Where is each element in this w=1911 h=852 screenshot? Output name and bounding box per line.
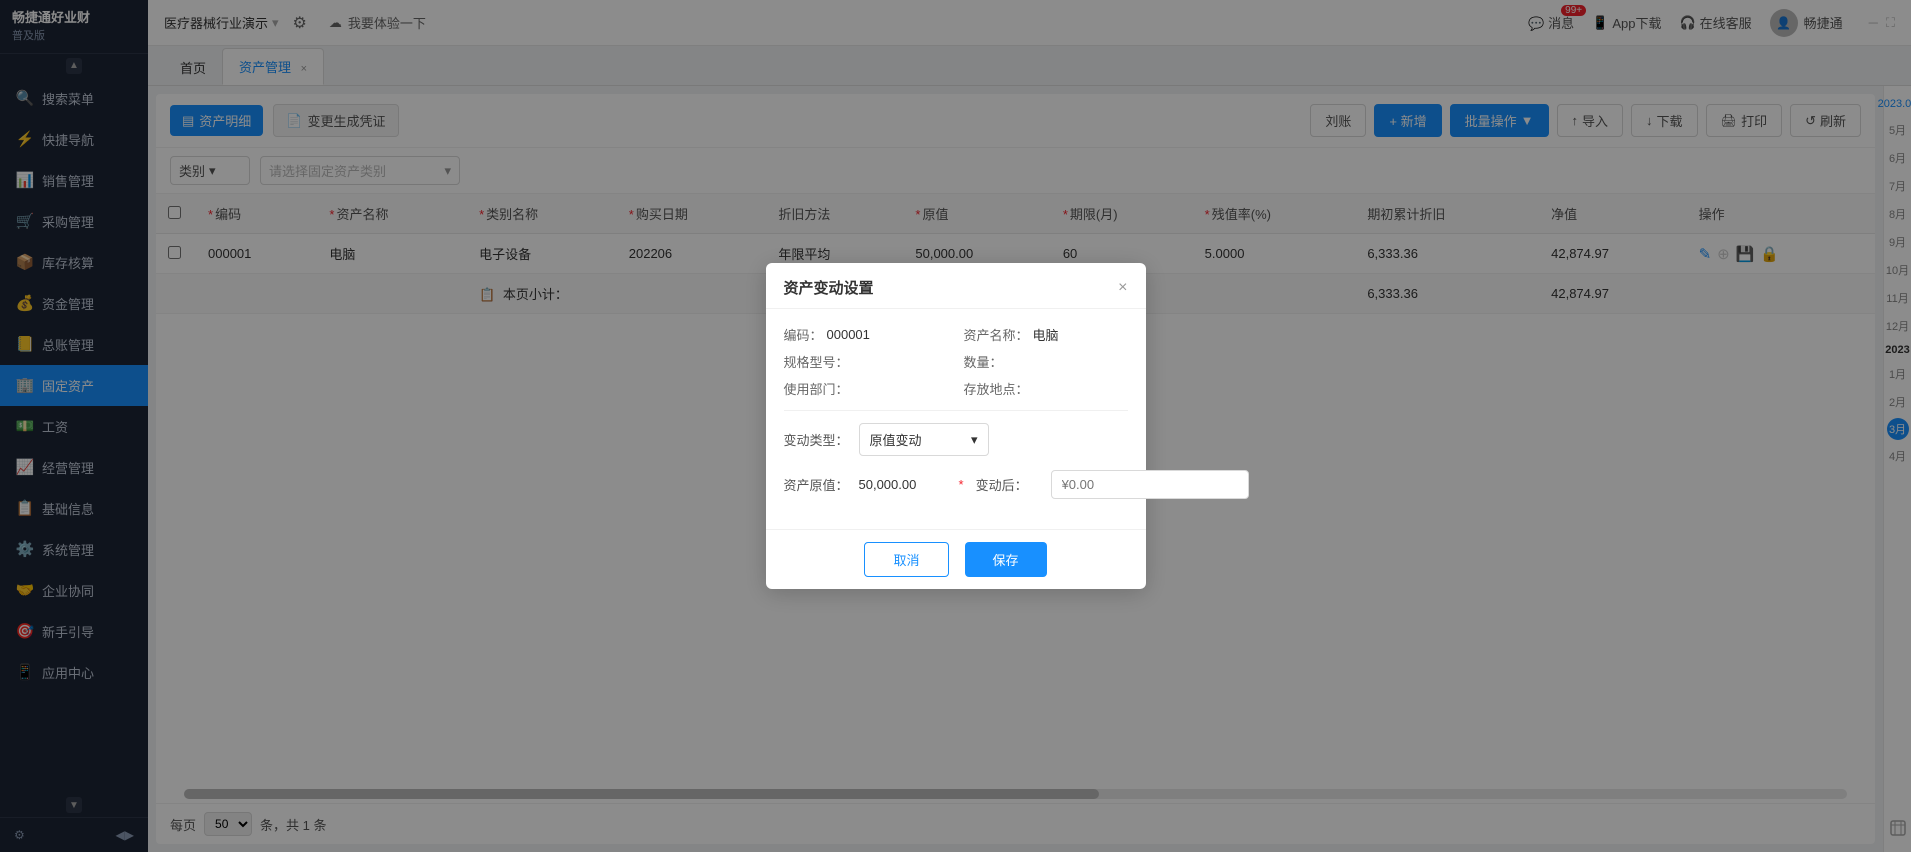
modal-body: 编码： 000001 资产名称： 电脑 规格型号： 数量： 使用部门：: [766, 309, 1146, 529]
modal-asset-name-label: 资产名称：: [964, 325, 1029, 344]
modal-dept-label: 使用部门：: [784, 379, 849, 398]
modal-code-label: 编码：: [784, 325, 823, 344]
modal-quantity-label: 数量：: [964, 352, 1003, 371]
modal-overlay: 资产变动设置 × 编码： 000001 资产名称： 电脑 规格型号： 数量：: [0, 0, 1911, 852]
modal-location-item: 存放地点：: [964, 379, 1128, 398]
asset-change-modal: 资产变动设置 × 编码： 000001 资产名称： 电脑 规格型号： 数量：: [766, 263, 1146, 589]
save-button[interactable]: 保存: [965, 542, 1047, 577]
cancel-button[interactable]: 取消: [864, 542, 948, 577]
modal-original-value-label: 资产原值：: [784, 475, 849, 494]
modal-original-value-display: 50,000.00: [859, 477, 949, 492]
modal-header: 资产变动设置 ×: [766, 263, 1146, 309]
modal-after-change-label: 变动后：: [976, 475, 1041, 494]
modal-change-type-label: 变动类型：: [784, 430, 849, 449]
modal-title: 资产变动设置: [784, 277, 874, 298]
modal-asset-name-item: 资产名称： 电脑: [964, 325, 1128, 344]
modal-divider: [784, 410, 1128, 411]
modal-spec-item: 规格型号：: [784, 352, 948, 371]
modal-footer: 取消 保存: [766, 529, 1146, 589]
modal-spec-label: 规格型号：: [784, 352, 849, 371]
modal-change-type-value: 原值变动: [870, 430, 922, 449]
modal-quantity-item: 数量：: [964, 352, 1128, 371]
modal-required-star: *: [959, 477, 964, 492]
modal-dept-item: 使用部门：: [784, 379, 948, 398]
modal-code-value: 000001: [827, 327, 870, 342]
modal-code-item: 编码： 000001: [784, 325, 948, 344]
modal-close-btn[interactable]: ×: [1118, 279, 1127, 297]
modal-change-type-row: 变动类型： 原值变动 ▾: [784, 423, 1128, 456]
modal-change-type-select[interactable]: 原值变动 ▾: [859, 423, 989, 456]
modal-location-label: 存放地点：: [964, 379, 1029, 398]
modal-asset-name-value: 电脑: [1033, 325, 1059, 344]
modal-original-value-row: 资产原值： 50,000.00 * 变动后：: [784, 470, 1128, 499]
modal-after-change-input[interactable]: [1051, 470, 1249, 499]
modal-info-grid: 编码： 000001 资产名称： 电脑 规格型号： 数量： 使用部门：: [784, 325, 1128, 398]
change-type-chevron-icon: ▾: [971, 432, 978, 448]
